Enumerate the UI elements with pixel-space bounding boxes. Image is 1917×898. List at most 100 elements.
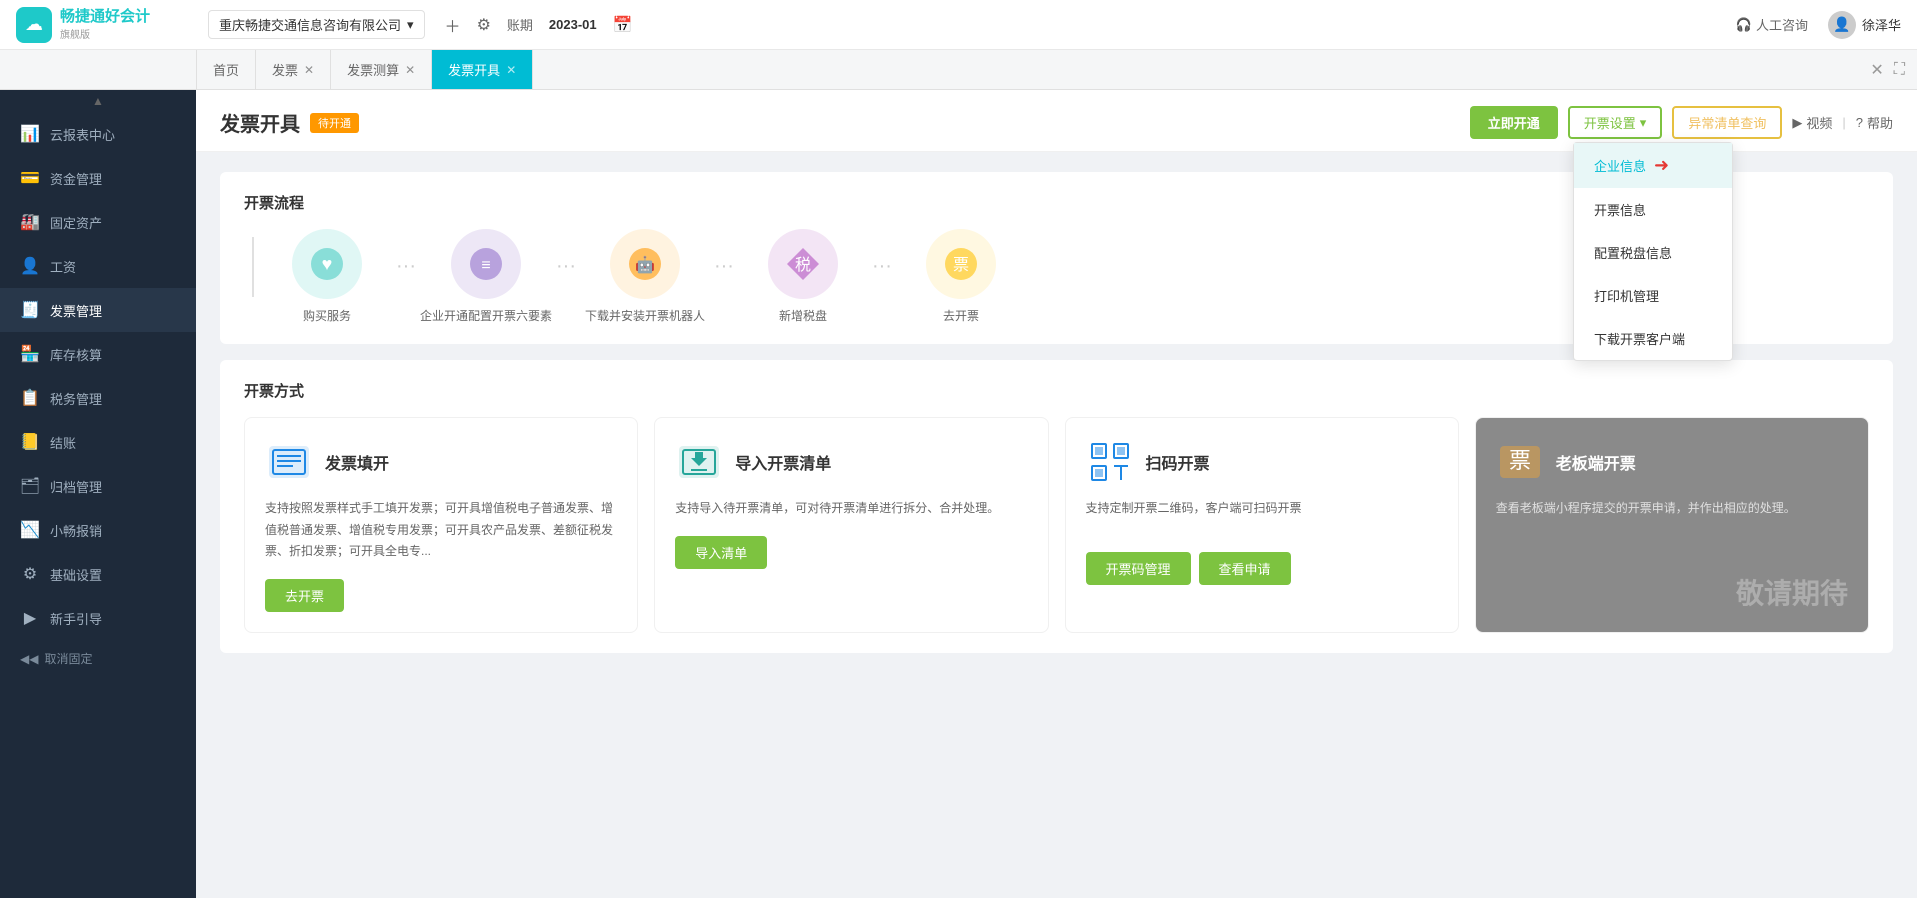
dropdown-item-download-client[interactable]: 下载开票客户端 [1574, 317, 1732, 360]
step-icon-3: 🤖 [610, 229, 680, 299]
dropdown-download-label: 下载开票客户端 [1594, 329, 1685, 348]
sidebar-label-expense: 小畅报销 [50, 521, 102, 540]
page-title-area: 发票开具 待开通 [220, 108, 359, 137]
user-info[interactable]: 👤 徐泽华 [1828, 11, 1901, 39]
sidebar-label-reports: 云报表中心 [50, 125, 115, 144]
step-connector-4: ··· [868, 255, 896, 278]
sidebar-label-funds: 资金管理 [50, 169, 102, 188]
tab-invoice[interactable]: 发票 ✕ [256, 50, 331, 89]
scan-manage-button[interactable]: 开票码管理 [1086, 552, 1191, 585]
close-window-icon[interactable]: ✕ [1866, 56, 1887, 84]
sidebar-item-salary[interactable]: 👤 工资 [0, 244, 196, 288]
sidebar-label-checkout: 结账 [50, 433, 76, 452]
method-card-fill-header: 发票填开 [265, 438, 617, 486]
settings-icon[interactable]: ⚙ [477, 15, 491, 35]
sidebar-item-inventory[interactable]: 🏪 库存核算 [0, 332, 196, 376]
sidebar-item-guide[interactable]: ▶ 新手引导 [0, 596, 196, 640]
top-bar: ☁ 畅捷通好会计 旗舰版 重庆畅捷交通信息咨询有限公司 ▾ ＋ ⚙ 账期 202… [0, 0, 1917, 50]
import-invoice-icon [675, 438, 723, 486]
scan-invoice-icon [1086, 438, 1134, 486]
sidebar-item-expense[interactable]: 📉 小畅报销 [0, 508, 196, 552]
settings-button[interactable]: 开票设置 ▾ [1568, 106, 1663, 139]
maximize-icon[interactable]: ⛶ [1890, 57, 1909, 83]
support-label: 人工咨询 [1756, 15, 1808, 34]
calendar-icon[interactable]: 📅 [613, 15, 633, 35]
sidebar-item-tax[interactable]: 📋 税务管理 [0, 376, 196, 420]
tab-calc-close[interactable]: ✕ [405, 63, 415, 77]
import-invoice-desc: 支持导入待开票清单，可对待开票清单进行拆分、合并处理。 [675, 498, 1027, 520]
funds-icon: 💳 [20, 168, 40, 188]
tab-home[interactable]: 首页 [196, 50, 256, 89]
video-button[interactable]: ▶ 视频 [1792, 113, 1832, 132]
scan-apply-button[interactable]: 查看申请 [1199, 552, 1291, 585]
method-cards: 发票填开 支持按照发票样式手工填开发票；可开具增值税电子普通发票、增值税普通发票… [244, 417, 1869, 633]
salary-icon: 👤 [20, 256, 40, 276]
sidebar-unpin[interactable]: ◀◀ 取消固定 [0, 640, 196, 677]
sidebar-item-reports[interactable]: 📊 云报表中心 [0, 112, 196, 156]
step-connector-1: ··· [392, 255, 420, 278]
sidebar-scroll-up[interactable]: ▲ [0, 90, 196, 112]
tab-invoice-close[interactable]: ✕ [304, 63, 314, 77]
sidebar-label-guide: 新手引导 [50, 609, 102, 628]
svg-text:票: 票 [953, 257, 969, 274]
dropdown-printer-label: 打印机管理 [1594, 286, 1659, 305]
method-card-boss: 票 老板端开票 查看老板端小程序提交的开票申请，并作出相应的处理。 敬请期待 [1475, 417, 1869, 633]
dropdown-item-printer[interactable]: 打印机管理 [1574, 274, 1732, 317]
header-actions: 立即开通 开票设置 ▾ 异常清单查询 ▶ 视频 | ? 帮助 [1470, 106, 1893, 139]
dropdown-item-taxdisk[interactable]: 配置税盘信息 [1574, 231, 1732, 274]
company-name: 重庆畅捷交通信息咨询有限公司 [219, 15, 401, 34]
play-icon: ▶ [1792, 115, 1802, 131]
tab-issue[interactable]: 发票开具 ✕ [432, 50, 533, 89]
sidebar-item-archive[interactable]: 🗂 归档管理 [0, 464, 196, 508]
dropdown-item-company[interactable]: 企业信息 ➜ [1574, 143, 1732, 188]
step-label-2: 企业开通配置开票六要素 [420, 307, 552, 324]
methods-title: 开票方式 [244, 380, 1869, 401]
tab-invoice-label: 发票 [272, 60, 298, 79]
sidebar-label-archive: 归档管理 [50, 477, 102, 496]
sidebar-label-inventory: 库存核算 [50, 345, 102, 364]
sidebar-label-settings: 基础设置 [50, 565, 102, 584]
company-selector[interactable]: 重庆畅捷交通信息咨询有限公司 ▾ [208, 10, 425, 39]
question-icon: ? [1856, 115, 1863, 130]
assets-icon: 🏭 [20, 212, 40, 232]
svg-text:税: 税 [795, 256, 811, 274]
help-button[interactable]: ? 帮助 [1856, 113, 1893, 132]
fill-invoice-button[interactable]: 去开票 [265, 579, 344, 612]
tab-issue-close[interactable]: ✕ [506, 63, 516, 77]
scan-invoice-title: 扫码开票 [1146, 450, 1210, 474]
settings-button-label: 开票设置 [1584, 113, 1636, 132]
step-icon-2: ≡ [451, 229, 521, 299]
tab-calc-label: 发票测算 [347, 60, 399, 79]
dropdown-item-invoice-info[interactable]: 开票信息 [1574, 188, 1732, 231]
sidebar-item-settings[interactable]: ⚙ 基础设置 [0, 552, 196, 596]
support-button[interactable]: 🎧 人工咨询 [1736, 15, 1808, 34]
sidebar-item-invoice[interactable]: 🧾 发票管理 [0, 288, 196, 332]
dropdown-invoice-info-label: 开票信息 [1594, 200, 1646, 219]
method-card-scan-header: 扫码开票 [1086, 438, 1438, 486]
sidebar-label-invoice: 发票管理 [50, 301, 102, 320]
sidebar-item-assets[interactable]: 🏭 固定资产 [0, 200, 196, 244]
step-icon-1: ♥ [292, 229, 362, 299]
archive-icon: 🗂 [20, 476, 40, 496]
logo-icon: ☁ [16, 7, 52, 43]
pin-icon: ◀◀ [20, 652, 38, 666]
dropdown-company-label: 企业信息 [1594, 156, 1646, 175]
abnormal-button[interactable]: 异常清单查询 [1672, 106, 1782, 139]
settings-nav-icon: ⚙ [20, 564, 40, 584]
activate-button[interactable]: 立即开通 [1470, 106, 1558, 139]
top-bar-right: 🎧 人工咨询 👤 徐泽华 [1736, 11, 1901, 39]
unpin-label: 取消固定 [44, 650, 92, 667]
add-icon[interactable]: ＋ [445, 13, 461, 37]
sidebar-item-checkout[interactable]: 📒 结账 [0, 420, 196, 464]
sidebar-label-assets: 固定资产 [50, 213, 102, 232]
logo-text: 畅捷通好会计 [60, 8, 150, 26]
page-title: 发票开具 [220, 108, 300, 137]
logo-sub: 旗舰版 [60, 26, 150, 41]
fill-invoice-icon [265, 438, 313, 486]
page-header: 发票开具 待开通 立即开通 开票设置 ▾ 异常清单查询 ▶ 视频 | ? 帮助 [196, 90, 1917, 152]
import-invoice-button[interactable]: 导入清单 [675, 536, 767, 569]
sidebar-item-funds[interactable]: 💳 资金管理 [0, 156, 196, 200]
tab-calc[interactable]: 发票测算 ✕ [331, 50, 432, 89]
guide-icon: ▶ [20, 608, 40, 628]
step-label-1: 购买服务 [303, 307, 351, 324]
